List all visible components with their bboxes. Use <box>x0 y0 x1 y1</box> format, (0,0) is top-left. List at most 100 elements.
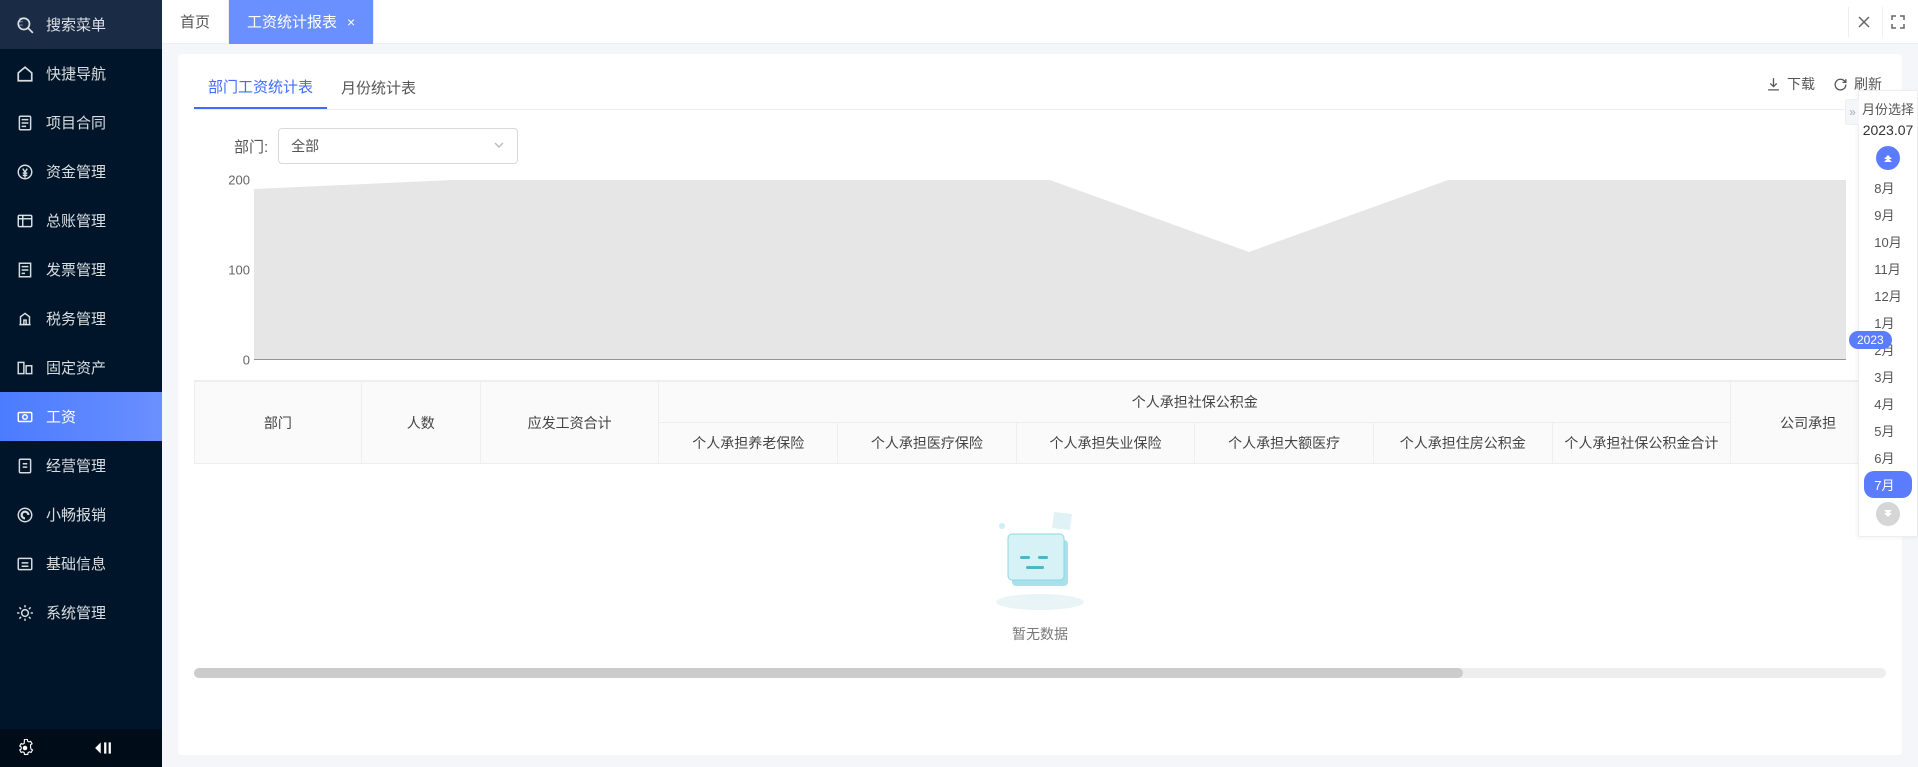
tab-label: 首页 <box>180 11 210 32</box>
reimburse-icon <box>16 506 34 524</box>
download-icon <box>1766 77 1781 92</box>
sidebar-item-8[interactable]: 工资 <box>0 392 162 441</box>
download-label: 下载 <box>1787 74 1815 94</box>
month-option-0[interactable]: 8月 <box>1864 174 1911 201</box>
horizontal-scrollbar[interactable] <box>194 668 1886 678</box>
biz-icon <box>16 457 34 475</box>
sidebar-item-6[interactable]: 税务管理 <box>0 294 162 343</box>
fullscreen-icon[interactable] <box>1882 7 1912 37</box>
th-sub-2: 个人承担失业保险 <box>1016 423 1195 464</box>
month-option-8[interactable]: 4月 <box>1864 390 1911 417</box>
chart-y-tick: 0 <box>243 353 250 368</box>
close-icon[interactable]: × <box>347 14 355 30</box>
table-wrap: 部门人数应发工资合计个人承担社保公积金公司承担个人承担养老保险个人承担医疗保险个… <box>194 380 1886 739</box>
sub-tab-label: 月份统计表 <box>341 80 416 97</box>
sidebar-items: 搜索菜单快捷导航项目合同资金管理总账管理发票管理税务管理固定资产工资经营管理小畅… <box>0 0 162 729</box>
salary-table: 部门人数应发工资合计个人承担社保公积金公司承担个人承担养老保险个人承担医疗保险个… <box>194 381 1886 464</box>
gear-icon[interactable] <box>16 739 34 757</box>
sidebar-item-2[interactable]: 项目合同 <box>0 98 162 147</box>
sidebar-item-9[interactable]: 经营管理 <box>0 441 162 490</box>
table-empty: 暂无数据 <box>194 464 1886 660</box>
chart-plot <box>254 180 1846 360</box>
sidebar-item-label: 固定资产 <box>46 357 106 378</box>
sidebar-item-10[interactable]: 小畅报销 <box>0 490 162 539</box>
sidebar: 搜索菜单快捷导航项目合同资金管理总账管理发票管理税务管理固定资产工资经营管理小畅… <box>0 0 162 767</box>
refresh-icon <box>1833 77 1848 92</box>
chart-y-axis: 0100200 <box>210 180 250 360</box>
sidebar-item-label: 税务管理 <box>46 308 106 329</box>
th-group: 个人承担社保公积金 <box>659 382 1731 423</box>
sidebar-item-label: 快捷导航 <box>46 63 106 84</box>
collapse-sidebar-icon[interactable] <box>94 739 112 757</box>
th-sub-4: 个人承担住房公积金 <box>1373 423 1552 464</box>
ledger-icon <box>16 212 34 230</box>
month-option-1[interactable]: 9月 <box>1864 201 1911 228</box>
sidebar-item-12[interactable]: 系统管理 <box>0 588 162 637</box>
chart: 0100200 <box>254 180 1846 360</box>
month-option-11[interactable]: 7月 <box>1864 471 1911 498</box>
month-option-3[interactable]: 11月 <box>1864 255 1911 282</box>
month-option-9[interactable]: 5月 <box>1864 417 1911 444</box>
download-button[interactable]: 下载 <box>1766 74 1815 94</box>
filter-row: 部门: 全部 <box>194 110 1886 174</box>
chart-y-tick: 100 <box>228 263 250 278</box>
sidebar-item-label: 资金管理 <box>46 161 106 182</box>
tabs-bar: 首页 工资统计报表 × <box>162 0 1918 44</box>
tabs-bar-actions <box>1848 0 1912 44</box>
sidebar-item-11[interactable]: 基础信息 <box>0 539 162 588</box>
main: 首页 工资统计报表 × 部门工资统计表 月份统计表 <box>162 0 1918 767</box>
tab-close-icon[interactable] <box>1848 7 1878 37</box>
sub-tab-label: 部门工资统计表 <box>208 79 313 96</box>
search-icon <box>16 16 34 34</box>
month-picker-up-icon[interactable] <box>1876 146 1900 170</box>
month-option-4[interactable]: 12月 <box>1864 282 1911 309</box>
empty-text: 暂无数据 <box>194 624 1886 644</box>
select-value: 全部 <box>291 136 319 156</box>
sidebar-item-5[interactable]: 发票管理 <box>0 245 162 294</box>
sidebar-item-7[interactable]: 固定资产 <box>0 343 162 392</box>
month-picker-collapse-icon[interactable]: » <box>1845 99 1859 125</box>
sub-tabs: 部门工资统计表月份统计表 下载 刷新 <box>194 66 1886 110</box>
month-option-7[interactable]: 3月 <box>1864 363 1911 390</box>
sidebar-item-0[interactable]: 搜索菜单 <box>0 0 162 49</box>
sidebar-item-label: 工资 <box>46 406 76 427</box>
sidebar-item-label: 发票管理 <box>46 259 106 280</box>
th-sub-5: 个人承担社保公积金合计 <box>1552 423 1731 464</box>
sidebar-item-label: 项目合同 <box>46 112 106 133</box>
filter-label: 部门: <box>234 136 268 157</box>
sidebar-item-label: 经营管理 <box>46 455 106 476</box>
month-picker-year-badge: 2023 <box>1849 331 1892 349</box>
th-left-2: 应发工资合计 <box>480 382 659 464</box>
month-option-10[interactable]: 6月 <box>1864 444 1911 471</box>
sidebar-item-label: 基础信息 <box>46 553 106 574</box>
department-select[interactable]: 全部 <box>278 128 518 164</box>
month-option-2[interactable]: 10月 <box>1864 228 1911 255</box>
chevron-down-icon <box>493 138 505 154</box>
sub-tab-1[interactable]: 月份统计表 <box>327 67 430 108</box>
month-picker: » 月份选择 2023.07 8月9月10月11月12月1月2月3月4月5月6月… <box>1858 90 1918 537</box>
tab-1[interactable]: 工资统计报表 × <box>229 0 374 44</box>
sidebar-item-3[interactable]: 资金管理 <box>0 147 162 196</box>
month-picker-title: 月份选择 <box>1862 99 1914 118</box>
money-icon <box>16 163 34 181</box>
th-left-1: 人数 <box>361 382 480 464</box>
th-sub-0: 个人承担养老保险 <box>659 423 838 464</box>
panel: 部门工资统计表月份统计表 下载 刷新 <box>178 54 1902 755</box>
sidebar-item-label: 搜索菜单 <box>46 14 106 35</box>
sidebar-item-1[interactable]: 快捷导航 <box>0 49 162 98</box>
month-picker-down-icon[interactable] <box>1876 502 1900 526</box>
sidebar-item-label: 小畅报销 <box>46 504 106 525</box>
sidebar-item-4[interactable]: 总账管理 <box>0 196 162 245</box>
tax-icon <box>16 310 34 328</box>
sub-tab-0[interactable]: 部门工资统计表 <box>194 66 327 109</box>
empty-illustration-icon <box>980 504 1100 614</box>
chart-y-tick: 200 <box>228 173 250 188</box>
tab-0[interactable]: 首页 <box>162 0 229 44</box>
system-icon <box>16 604 34 622</box>
invoice-icon <box>16 261 34 279</box>
contract-icon <box>16 114 34 132</box>
tab-label: 工资统计报表 <box>247 11 337 32</box>
salary-icon <box>16 408 34 426</box>
content: 部门工资统计表月份统计表 下载 刷新 <box>162 44 1918 767</box>
month-picker-current: 2023.07 <box>1863 122 1914 138</box>
